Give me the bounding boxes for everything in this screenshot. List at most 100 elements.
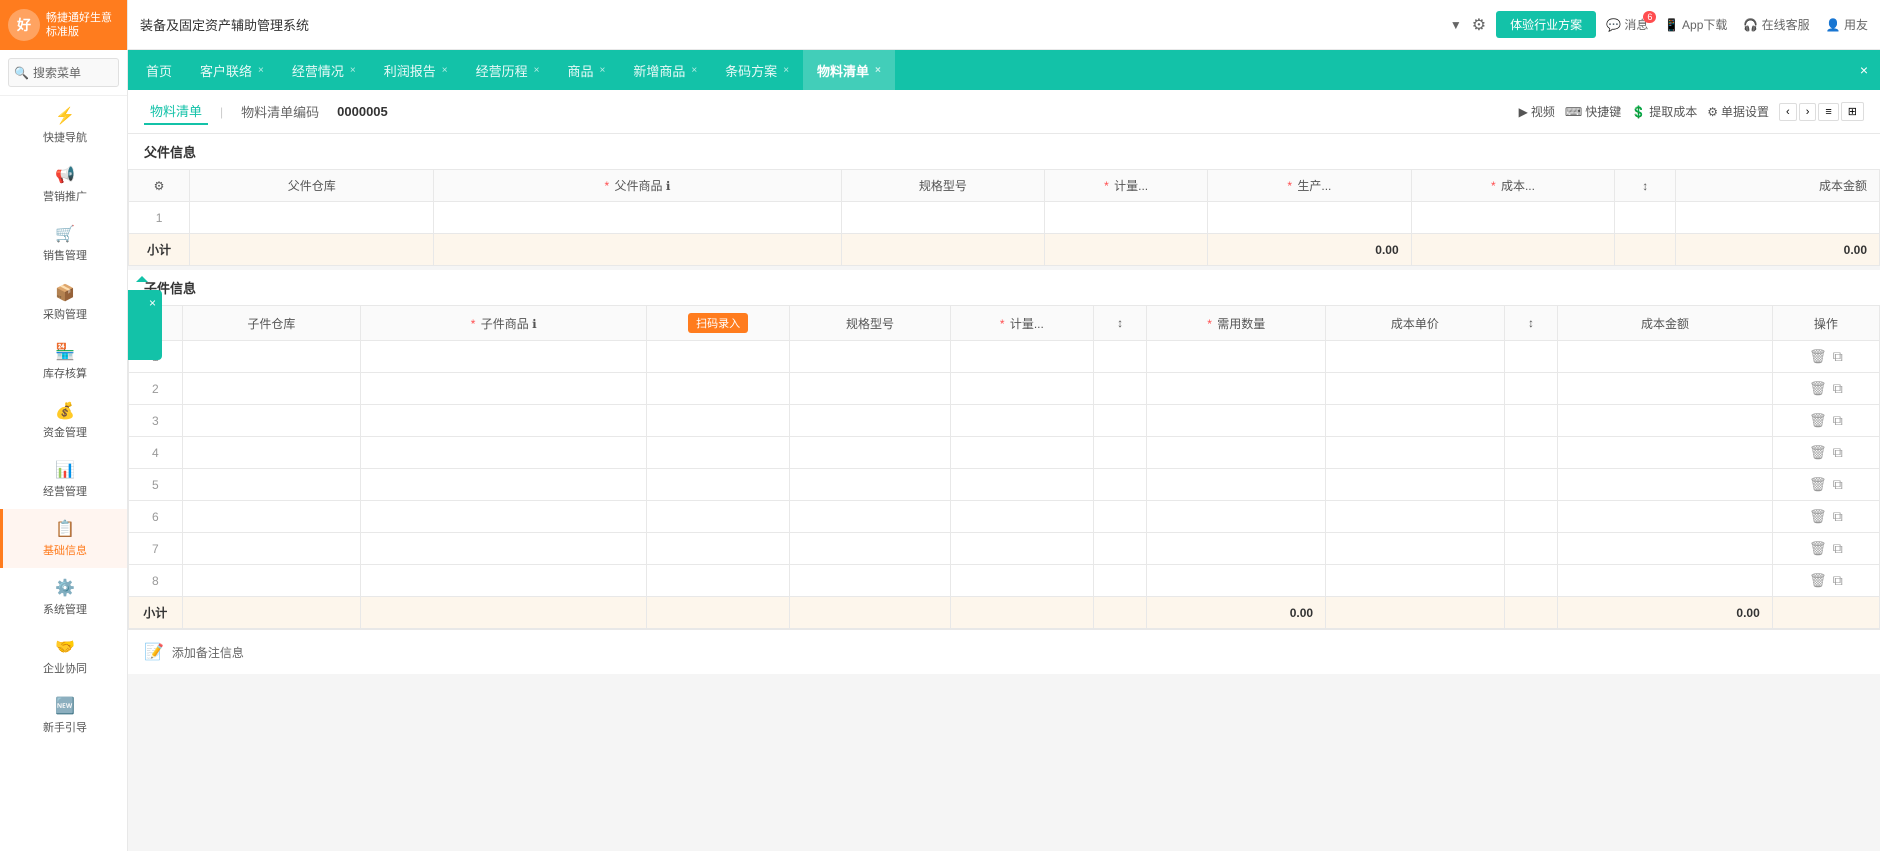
tab-operation-status-close[interactable]: ×: [350, 65, 356, 76]
copy-icon[interactable]: ⧉: [1833, 412, 1843, 429]
tab-customer[interactable]: 客户联络 ×: [186, 50, 278, 90]
parent-goods-cell[interactable]: [434, 202, 841, 234]
tab-barcode-close[interactable]: ×: [783, 65, 789, 76]
trial-button[interactable]: 体验行业方案: [1496, 11, 1596, 38]
parent-spec-cell[interactable]: [841, 202, 1045, 234]
app-download-button[interactable]: 📱 App下载: [1664, 16, 1727, 33]
child-row1-warehouse[interactable]: [182, 341, 361, 373]
breadcrumb-bom[interactable]: 物料清单: [144, 98, 208, 125]
copy-icon[interactable]: ⧉: [1833, 508, 1843, 525]
child-subtotal-label: 小计: [129, 597, 183, 629]
child-row1-goods[interactable]: [361, 341, 647, 373]
purchase-icon: 📦: [55, 283, 75, 303]
parent-unit-cell[interactable]: [1045, 202, 1208, 234]
child-row1-unit-cost[interactable]: [1326, 341, 1505, 373]
single-settings-button[interactable]: ⚙ 单据设置: [1707, 103, 1769, 120]
child-col-action: 操作: [1772, 306, 1879, 341]
copy-icon[interactable]: ⧉: [1833, 540, 1843, 557]
grid-view-button[interactable]: ⊞: [1841, 102, 1864, 121]
tab-bom-list-close[interactable]: ×: [875, 65, 881, 76]
delete-icon[interactable]: 🗑: [1809, 444, 1827, 461]
tab-customer-close[interactable]: ×: [258, 65, 264, 76]
view-video-button[interactable]: ▶ 视频: [1519, 103, 1555, 120]
sidebar-item-sales[interactable]: 🛒 销售管理: [0, 214, 127, 273]
bottom-bar: 📝 添加备注信息: [128, 629, 1880, 674]
tab-goods[interactable]: 商品 ×: [553, 50, 619, 90]
tab-home[interactable]: 首页: [132, 50, 186, 90]
child-info-icon: ℹ: [532, 317, 537, 331]
child-row1-spec[interactable]: [790, 341, 951, 373]
delete-icon[interactable]: 🗑: [1809, 572, 1827, 589]
message-button[interactable]: 💬 6 消息: [1606, 16, 1648, 33]
delete-icon[interactable]: 🗑: [1809, 412, 1827, 429]
tab-goods-close[interactable]: ×: [599, 65, 605, 76]
child-col-cost-amount: 成本金额: [1558, 306, 1772, 341]
child-col-scan[interactable]: 扫码录入: [647, 306, 790, 341]
toolbar-actions: ▶ 视频 ⌨ 快捷键 💲 提取成本 ⚙ 单据设置 ‹ ›: [1519, 102, 1864, 121]
system-dropdown[interactable]: ▼: [1450, 18, 1462, 32]
copy-icon[interactable]: ⧉: [1833, 572, 1843, 589]
search-menu-button[interactable]: 🔍 搜索菜单: [8, 58, 119, 87]
tab-operation-history[interactable]: 经营历程 ×: [462, 50, 554, 90]
sidebar-search[interactable]: 🔍 搜索菜单: [0, 50, 127, 96]
prev-button[interactable]: ‹: [1779, 103, 1797, 121]
close-all-tabs[interactable]: ×: [1852, 62, 1876, 78]
inventory-icon: 🏪: [55, 342, 75, 362]
tab-operation-history-close[interactable]: ×: [534, 65, 540, 76]
tab-new-goods-close[interactable]: ×: [691, 65, 697, 76]
child-row1-actions: 🗑 ⧉: [1772, 341, 1879, 373]
copy-icon[interactable]: ⧉: [1833, 476, 1843, 493]
breadcrumb-sep: |: [220, 105, 223, 119]
tab-new-goods[interactable]: 新增商品 ×: [619, 50, 711, 90]
shortcut-button[interactable]: ⌨ 快捷键: [1565, 103, 1621, 120]
sidebar-item-inventory[interactable]: 🏪 库存核算: [0, 332, 127, 391]
tab-bom-list[interactable]: 物料清单 ×: [803, 50, 895, 90]
parent-col-goods: * 父件商品 ℹ: [434, 170, 841, 202]
sidebar-item-finance[interactable]: 💰 资金管理: [0, 391, 127, 450]
settings-icon[interactable]: ⚙: [1472, 15, 1486, 35]
content-toolbar: 物料清单 | 物料清单编码 0000005 ▶ 视频 ⌨ 快捷键 💲 提取成本 …: [128, 90, 1880, 134]
parent-warehouse-cell[interactable]: [190, 202, 434, 234]
sidebar-item-basic[interactable]: 📋 基础信息: [0, 509, 127, 568]
parent-cost-cell[interactable]: [1411, 202, 1615, 234]
child-row1-qty[interactable]: [1147, 341, 1326, 373]
sidebar-item-guide[interactable]: 🆕 新手引导: [0, 686, 127, 745]
sidebar-item-system[interactable]: ⚙️ 系统管理: [0, 568, 127, 627]
parent-subtotal-row: 小计 0.00 0.00: [129, 234, 1880, 266]
tab-operation-status[interactable]: 经营情况 ×: [278, 50, 370, 90]
delete-icon[interactable]: 🗑: [1809, 348, 1827, 365]
delete-icon[interactable]: 🗑: [1809, 540, 1827, 557]
list-view-button[interactable]: ≡: [1818, 103, 1838, 121]
add-note-label[interactable]: 添加备注信息: [172, 644, 244, 661]
sidebar-item-quick-nav[interactable]: ⚡ 快捷导航: [0, 96, 127, 155]
child-row1-unit[interactable]: [950, 341, 1093, 373]
child-table-row: 3 🗑⧉: [129, 405, 1880, 437]
sidebar-item-collab[interactable]: 🤝 企业协同: [0, 627, 127, 686]
parent-table-row: 1: [129, 202, 1880, 234]
copy-icon[interactable]: ⧉: [1833, 348, 1843, 365]
tab-profit-report-close[interactable]: ×: [442, 65, 448, 76]
tab-profit-report[interactable]: 利润报告 ×: [370, 50, 462, 90]
delete-icon[interactable]: 🗑: [1809, 476, 1827, 493]
delete-icon[interactable]: 🗑: [1809, 380, 1827, 397]
sidebar-item-operation[interactable]: 📊 经营管理: [0, 450, 127, 509]
scan-input-button[interactable]: 扫码录入: [688, 313, 748, 333]
tooltip-close[interactable]: ×: [149, 294, 156, 312]
parent-production-cell[interactable]: [1208, 202, 1412, 234]
copy-icon[interactable]: ⧉: [1833, 444, 1843, 461]
tab-barcode[interactable]: 条码方案 ×: [711, 50, 803, 90]
copy-icon[interactable]: ⧉: [1833, 380, 1843, 397]
child-table-row: 1 🗑 ⧉: [129, 341, 1880, 373]
extract-cost-button[interactable]: 💲 提取成本: [1631, 103, 1697, 120]
user-menu[interactable]: 👤 用友: [1826, 16, 1868, 33]
note-icon: 📝: [144, 642, 164, 662]
breadcrumb-code[interactable]: 物料清单编码: [235, 99, 325, 124]
sidebar-item-purchase[interactable]: 📦 采购管理: [0, 273, 127, 332]
parent-arrow-cell: [1615, 202, 1676, 234]
delete-icon[interactable]: 🗑: [1809, 508, 1827, 525]
parent-subtotal-label: 小计: [129, 234, 190, 266]
sidebar-item-marketing[interactable]: 📢 营销推广: [0, 155, 127, 214]
online-service-button[interactable]: 🎧 在线客服: [1743, 16, 1809, 33]
next-button[interactable]: ›: [1799, 103, 1817, 121]
parent-col-settings[interactable]: ⚙: [129, 170, 190, 202]
